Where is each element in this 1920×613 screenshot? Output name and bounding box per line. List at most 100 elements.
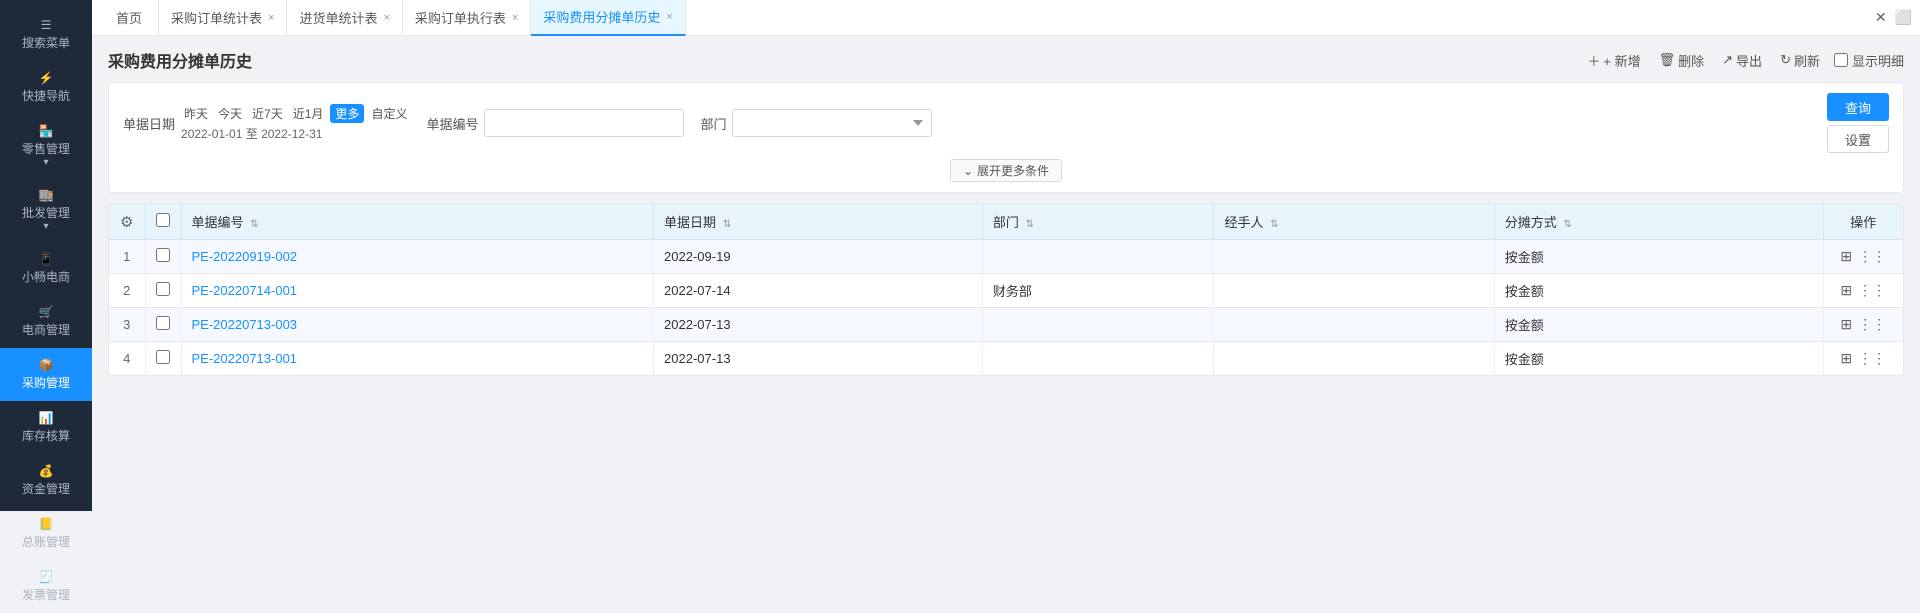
doc-no-link[interactable]: PE-20220713-003 bbox=[192, 317, 298, 332]
row-checkbox[interactable] bbox=[156, 248, 170, 262]
more-btn[interactable]: 更多 bbox=[330, 104, 364, 123]
view-action-icon[interactable]: ⊞ bbox=[1840, 282, 1852, 299]
sidebar-item-inventory[interactable]: 📊 库存核算 bbox=[0, 401, 92, 454]
row-checkbox[interactable] bbox=[156, 350, 170, 364]
table-body: 1 PE-20220919-002 2022-09-19 按金额 ⊞ ⋮⋮ 2 … bbox=[109, 240, 1903, 376]
delete-icon: 🗑 bbox=[1659, 52, 1676, 68]
view-action-icon[interactable]: ⊞ bbox=[1840, 350, 1852, 367]
th-settings[interactable]: ⚙ bbox=[109, 204, 145, 240]
tab-purchase-goods-stats[interactable]: 进货单统计表 × bbox=[287, 0, 402, 36]
tab-purchase-fee-split[interactable]: 采购费用分摊单历史 × bbox=[531, 0, 685, 36]
custom-btn[interactable]: 自定义 bbox=[368, 104, 410, 123]
yesterday-btn[interactable]: 昨天 bbox=[181, 104, 211, 123]
table-settings-icon[interactable]: ⚙ bbox=[120, 214, 133, 231]
sidebar-item-ledger[interactable]: 📒 总账管理 bbox=[0, 507, 92, 560]
toolbar: ＋ + 新增 🗑 删除 ↗ 导出 ↻ 刷新 显示明细 bbox=[1583, 49, 1904, 72]
doc-no-link[interactable]: PE-20220919-002 bbox=[192, 249, 298, 264]
sidebar-item-finance-label: 资金管理 bbox=[4, 480, 88, 497]
today-btn[interactable]: 今天 bbox=[215, 104, 245, 123]
row-checkbox[interactable] bbox=[156, 316, 170, 330]
add-button[interactable]: ＋ + 新增 bbox=[1583, 49, 1644, 72]
sidebar-item-finance[interactable]: 💰 资金管理 bbox=[0, 454, 92, 507]
ecommerce-icon: 🛒 bbox=[4, 305, 88, 319]
sidebar-item-quicknav-label: 快捷导航 bbox=[4, 87, 88, 104]
minishop-icon: 📱 bbox=[4, 252, 88, 266]
delete-label: 删除 bbox=[1678, 51, 1704, 70]
doc-no-link[interactable]: PE-20220713-001 bbox=[192, 351, 298, 366]
wholesale-icon: 🏬 bbox=[4, 188, 88, 202]
tab-close-purchase-goods-stats[interactable]: × bbox=[383, 12, 389, 24]
show-columns-toggle[interactable]: 显示明细 bbox=[1834, 51, 1904, 70]
cell-doc-date: 2022-07-14 bbox=[654, 274, 983, 308]
more-action-icon[interactable]: ⋮⋮ bbox=[1858, 350, 1886, 367]
select-all-checkbox[interactable] bbox=[156, 213, 170, 227]
sidebar-item-ecommerce[interactable]: 🛒 电商管理 bbox=[0, 295, 92, 348]
th-split-method: 分摊方式 ⇅ bbox=[1494, 204, 1823, 240]
page-header: 采购费用分摊单历史 ＋ + 新增 🗑 删除 ↗ 导出 ↻ 刷新 bbox=[108, 48, 1904, 72]
last7days-btn[interactable]: 近7天 bbox=[249, 104, 286, 123]
cell-checkbox bbox=[145, 342, 181, 376]
search-settings-button[interactable]: 设置 bbox=[1827, 125, 1889, 153]
delete-button[interactable]: 🗑 删除 bbox=[1655, 49, 1709, 72]
cell-action: ⊞ ⋮⋮ bbox=[1823, 342, 1903, 376]
expand-conditions-btn[interactable]: ⌄ 展开更多条件 bbox=[950, 159, 1062, 182]
th-action-label: 操作 bbox=[1850, 215, 1876, 230]
sidebar-item-search-label: 搜索菜单 bbox=[4, 34, 88, 51]
sidebar-item-invoice[interactable]: 🧾 发票管理 bbox=[0, 560, 92, 613]
close-all-tabs-icon[interactable]: ✕ bbox=[1875, 9, 1887, 26]
sidebar-item-retail[interactable]: 🏪 零售管理 ▾ bbox=[0, 114, 92, 178]
cell-action: ⊞ ⋮⋮ bbox=[1823, 308, 1903, 342]
date-range-display[interactable]: 2022-01-01 至 2022-12-31 bbox=[181, 125, 410, 142]
finance-icon: 💰 bbox=[4, 464, 88, 478]
sidebar-item-minishop[interactable]: 📱 小畅电商 bbox=[0, 242, 92, 295]
sort-dept-icon[interactable]: ⇅ bbox=[1025, 219, 1033, 230]
sidebar-item-minishop-label: 小畅电商 bbox=[4, 268, 88, 285]
tab-close-purchase-order-exec[interactable]: × bbox=[512, 12, 518, 24]
sidebar-item-wholesale[interactable]: 🏬 批发管理 ▾ bbox=[0, 178, 92, 242]
page-area: 采购费用分摊单历史 ＋ + 新增 🗑 删除 ↗ 导出 ↻ 刷新 bbox=[92, 36, 1920, 511]
more-action-icon[interactable]: ⋮⋮ bbox=[1858, 282, 1886, 299]
table-row: 2 PE-20220714-001 2022-07-14 财务部 按金额 ⊞ ⋮… bbox=[109, 274, 1903, 308]
more-action-icon[interactable]: ⋮⋮ bbox=[1858, 316, 1886, 333]
chevron-down-icon: ⌄ bbox=[963, 164, 973, 178]
dept-select[interactable]: 财务部 bbox=[732, 109, 932, 137]
table-container: ⚙ 单据编号 ⇅ 单据日期 ⇅ bbox=[108, 203, 1904, 376]
doc-no-link[interactable]: PE-20220714-001 bbox=[192, 283, 298, 298]
tab-purchase-order-exec[interactable]: 采购订单执行表 × bbox=[403, 0, 531, 36]
cell-doc-no: PE-20220713-001 bbox=[181, 342, 654, 376]
th-dept: 部门 ⇅ bbox=[982, 204, 1214, 240]
refresh-button[interactable]: ↻ 刷新 bbox=[1776, 49, 1824, 72]
tab-purchase-order-stats[interactable]: 采购订单统计表 × bbox=[159, 0, 287, 36]
cell-split-method: 按金额 bbox=[1494, 342, 1823, 376]
invoice-icon: 🧾 bbox=[4, 570, 88, 584]
doc-no-input[interactable] bbox=[484, 109, 684, 137]
ledger-icon: 📒 bbox=[4, 517, 88, 531]
tab-close-purchase-fee-split[interactable]: × bbox=[666, 11, 672, 23]
more-action-icon[interactable]: ⋮⋮ bbox=[1858, 248, 1886, 265]
sidebar-item-search[interactable]: ☰ 搜索菜单 bbox=[0, 8, 92, 61]
maximize-tab-icon[interactable]: ⬜ bbox=[1895, 9, 1912, 26]
show-columns-checkbox[interactable] bbox=[1834, 53, 1848, 67]
view-action-icon[interactable]: ⊞ bbox=[1840, 316, 1852, 333]
sidebar-item-purchase[interactable]: 📦 采购管理 bbox=[0, 348, 92, 401]
sort-doc-no-icon[interactable]: ⇅ bbox=[250, 219, 258, 230]
table-row: 1 PE-20220919-002 2022-09-19 按金额 ⊞ ⋮⋮ bbox=[109, 240, 1903, 274]
sidebar-item-quicknav[interactable]: ⚡ 快捷导航 bbox=[0, 61, 92, 114]
cell-handler bbox=[1214, 240, 1494, 274]
tab-home[interactable]: 首页 bbox=[100, 0, 159, 36]
sort-doc-date-icon[interactable]: ⇅ bbox=[723, 219, 731, 230]
last1month-btn[interactable]: 近1月 bbox=[290, 104, 327, 123]
th-dept-label: 部门 bbox=[993, 215, 1019, 230]
table-row: 4 PE-20220713-001 2022-07-13 按金额 ⊞ ⋮⋮ bbox=[109, 342, 1903, 376]
view-action-icon[interactable]: ⊞ bbox=[1840, 248, 1852, 265]
sort-split-method-icon[interactable]: ⇅ bbox=[1563, 219, 1571, 230]
cell-num: 2 bbox=[109, 274, 145, 308]
sidebar: ☰ 搜索菜单 ⚡ 快捷导航 🏪 零售管理 ▾ 🏬 批发管理 ▾ 📱 小畅电商 🛒… bbox=[0, 0, 92, 511]
row-checkbox[interactable] bbox=[156, 282, 170, 296]
query-button[interactable]: 查询 bbox=[1827, 93, 1889, 121]
tabs-bar: 首页 采购订单统计表 × 进货单统计表 × 采购订单执行表 × 采购费用分摊单历… bbox=[92, 0, 1920, 36]
sidebar-item-inventory-label: 库存核算 bbox=[4, 427, 88, 444]
sort-handler-icon[interactable]: ⇅ bbox=[1270, 219, 1278, 230]
tab-close-purchase-order-stats[interactable]: × bbox=[268, 12, 274, 24]
export-button[interactable]: ↗ 导出 bbox=[1718, 49, 1766, 72]
